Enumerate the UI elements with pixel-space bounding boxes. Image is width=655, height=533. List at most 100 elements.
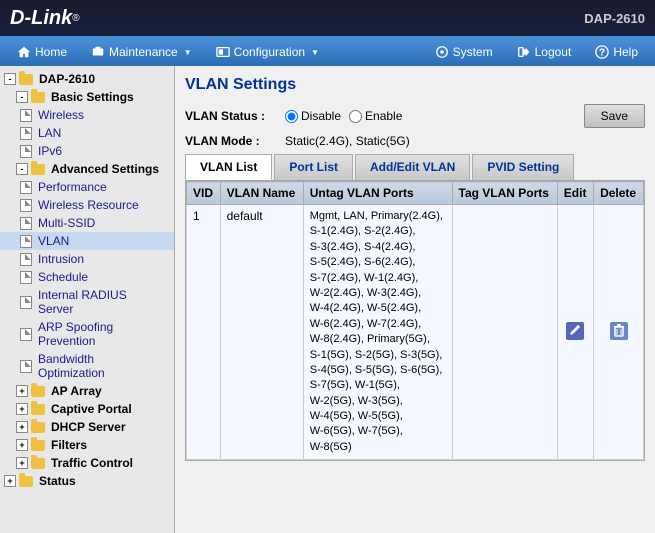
content-area: VLAN Settings VLAN Status : Disable Enab… bbox=[175, 66, 655, 533]
sidebar-item-multi-ssid[interactable]: Multi-SSID bbox=[0, 214, 174, 232]
cell-tag-ports bbox=[452, 205, 557, 460]
vlan-status-enable-label: Enable bbox=[365, 109, 402, 123]
tab-vlan-list[interactable]: VLAN List bbox=[185, 154, 272, 180]
vlan-status-enable-radio[interactable] bbox=[349, 110, 362, 123]
header: D-Link® DAP-2610 bbox=[0, 0, 655, 38]
sidebar-item-vlan[interactable]: VLAN bbox=[0, 232, 174, 250]
vlan-status-radio-group: Disable Enable bbox=[285, 109, 402, 123]
advanced-folder-icon bbox=[31, 164, 45, 175]
col-tag: Tag VLAN Ports bbox=[452, 182, 557, 205]
vlan-status-disable-option[interactable]: Disable bbox=[285, 109, 341, 123]
sidebar-dhcp-label: DHCP Server bbox=[51, 420, 125, 434]
wireless-resource-icon bbox=[20, 199, 32, 212]
nav-system[interactable]: System bbox=[423, 38, 505, 66]
nav-home[interactable]: Home bbox=[5, 38, 79, 66]
delete-button[interactable] bbox=[610, 322, 628, 343]
sidebar-item-schedule[interactable]: Schedule bbox=[0, 268, 174, 286]
nav-maintenance[interactable]: Maintenance ▼ bbox=[79, 38, 204, 66]
vlan-table: VID VLAN Name Untag VLAN Ports Tag VLAN … bbox=[186, 181, 644, 460]
performance-icon bbox=[20, 181, 32, 194]
sidebar-group-filters[interactable]: + Filters bbox=[0, 436, 174, 454]
lan-page-icon bbox=[20, 127, 32, 140]
vid-value: 1 bbox=[193, 209, 200, 223]
nav-configuration-label: Configuration bbox=[234, 45, 305, 59]
nav-home-label: Home bbox=[35, 45, 67, 59]
vlan-icon bbox=[20, 235, 32, 248]
sidebar-item-lan[interactable]: LAN bbox=[0, 124, 174, 142]
vlan-status-disable-label: Disable bbox=[301, 109, 341, 123]
col-vid: VID bbox=[187, 182, 221, 205]
col-delete: Delete bbox=[594, 182, 644, 205]
sidebar-vlan-label: VLAN bbox=[38, 234, 69, 248]
sidebar-item-ipv6[interactable]: IPv6 bbox=[0, 142, 174, 160]
col-untag: Untag VLAN Ports bbox=[303, 182, 452, 205]
sidebar-group-basic[interactable]: - Basic Settings bbox=[0, 88, 174, 106]
tab-port-list[interactable]: Port List bbox=[274, 154, 353, 180]
sidebar-item-internal-radius[interactable]: Internal RADIUS Server bbox=[0, 286, 174, 318]
sidebar-bandwidth-label: Bandwidth Optimization bbox=[38, 352, 154, 380]
advanced-settings-label: Advanced Settings bbox=[51, 162, 159, 176]
sidebar-ap-array-label: AP Array bbox=[51, 384, 102, 398]
basic-folder-icon bbox=[31, 92, 45, 103]
traffic-folder-icon bbox=[31, 458, 45, 469]
dhcp-expand-icon: + bbox=[16, 421, 28, 433]
nav-logout[interactable]: Logout bbox=[505, 38, 584, 66]
captive-expand-icon: + bbox=[16, 403, 28, 415]
main-layout: - DAP-2610 - Basic Settings Wireless LAN… bbox=[0, 66, 655, 533]
vlan-table-wrapper: VID VLAN Name Untag VLAN Ports Tag VLAN … bbox=[185, 180, 645, 461]
sidebar-item-wireless-resource[interactable]: Wireless Resource bbox=[0, 196, 174, 214]
nav-configuration[interactable]: Configuration ▼ bbox=[204, 38, 331, 66]
sidebar-intrusion-label: Intrusion bbox=[38, 252, 84, 266]
sidebar-filters-label: Filters bbox=[51, 438, 87, 452]
sidebar-item-performance[interactable]: Performance bbox=[0, 178, 174, 196]
sidebar-root-label: DAP-2610 bbox=[39, 72, 95, 86]
tab-pvid-setting[interactable]: PVID Setting bbox=[472, 154, 574, 180]
sidebar-wireless-resource-label: Wireless Resource bbox=[38, 198, 139, 212]
sidebar-group-traffic-control[interactable]: + Traffic Control bbox=[0, 454, 174, 472]
sidebar-item-wireless[interactable]: Wireless bbox=[0, 106, 174, 124]
sidebar-group-advanced[interactable]: - Advanced Settings bbox=[0, 160, 174, 178]
logo-text: D-Link bbox=[10, 7, 72, 30]
sidebar-wireless-label: Wireless bbox=[38, 108, 84, 122]
cell-untag-ports: Mgmt, LAN, Primary(2.4G), S-1(2.4G), S-2… bbox=[303, 205, 452, 460]
vlan-mode-label: VLAN Mode : bbox=[185, 134, 275, 148]
table-header-row: VID VLAN Name Untag VLAN Ports Tag VLAN … bbox=[187, 182, 644, 205]
svg-text:?: ? bbox=[599, 47, 605, 59]
col-edit: Edit bbox=[557, 182, 593, 205]
vlan-status-row: VLAN Status : Disable Enable Save bbox=[185, 104, 645, 128]
advanced-expand-icon: - bbox=[16, 163, 28, 175]
sidebar-root[interactable]: - DAP-2610 bbox=[0, 70, 174, 88]
vlan-status-label: VLAN Status : bbox=[185, 109, 275, 123]
multi-ssid-icon bbox=[20, 217, 32, 230]
nav-help[interactable]: ? Help bbox=[583, 38, 650, 66]
vlan-status-enable-option[interactable]: Enable bbox=[349, 109, 402, 123]
sidebar-group-dhcp[interactable]: + DHCP Server bbox=[0, 418, 174, 436]
sidebar-captive-portal-label: Captive Portal bbox=[51, 402, 132, 416]
nav-system-label: System bbox=[453, 45, 493, 59]
vlan-name-value: default bbox=[227, 209, 263, 223]
cell-delete[interactable] bbox=[594, 205, 644, 460]
nav-logout-label: Logout bbox=[535, 45, 572, 59]
vlan-mode-value: Static(2.4G), Static(5G) bbox=[285, 134, 410, 148]
vlan-status-disable-radio[interactable] bbox=[285, 110, 298, 123]
sidebar-group-ap-array[interactable]: + AP Array bbox=[0, 382, 174, 400]
internal-radius-icon bbox=[20, 296, 32, 309]
sidebar-item-arp-spoofing[interactable]: ARP Spoofing Prevention bbox=[0, 318, 174, 350]
sidebar-ipv6-label: IPv6 bbox=[38, 144, 62, 158]
sidebar-item-intrusion[interactable]: Intrusion bbox=[0, 250, 174, 268]
tab-add-edit-vlan[interactable]: Add/Edit VLAN bbox=[355, 154, 470, 180]
tab-port-list-label: Port List bbox=[289, 160, 338, 174]
ap-folder-icon bbox=[31, 386, 45, 397]
sidebar-item-bandwidth[interactable]: Bandwidth Optimization bbox=[0, 350, 174, 382]
sidebar-group-status[interactable]: + Status bbox=[0, 472, 174, 490]
nav-help-label: Help bbox=[613, 45, 638, 59]
save-button[interactable]: Save bbox=[584, 104, 645, 128]
edit-button[interactable] bbox=[566, 322, 584, 343]
sidebar-group-captive-portal[interactable]: + Captive Portal bbox=[0, 400, 174, 418]
traffic-expand-icon: + bbox=[16, 457, 28, 469]
sidebar-arp-spoofing-label: ARP Spoofing Prevention bbox=[38, 320, 154, 348]
tab-add-edit-vlan-label: Add/Edit VLAN bbox=[370, 160, 455, 174]
cell-edit[interactable] bbox=[557, 205, 593, 460]
root-expand-icon: - bbox=[4, 73, 16, 85]
status-expand-icon: + bbox=[4, 475, 16, 487]
